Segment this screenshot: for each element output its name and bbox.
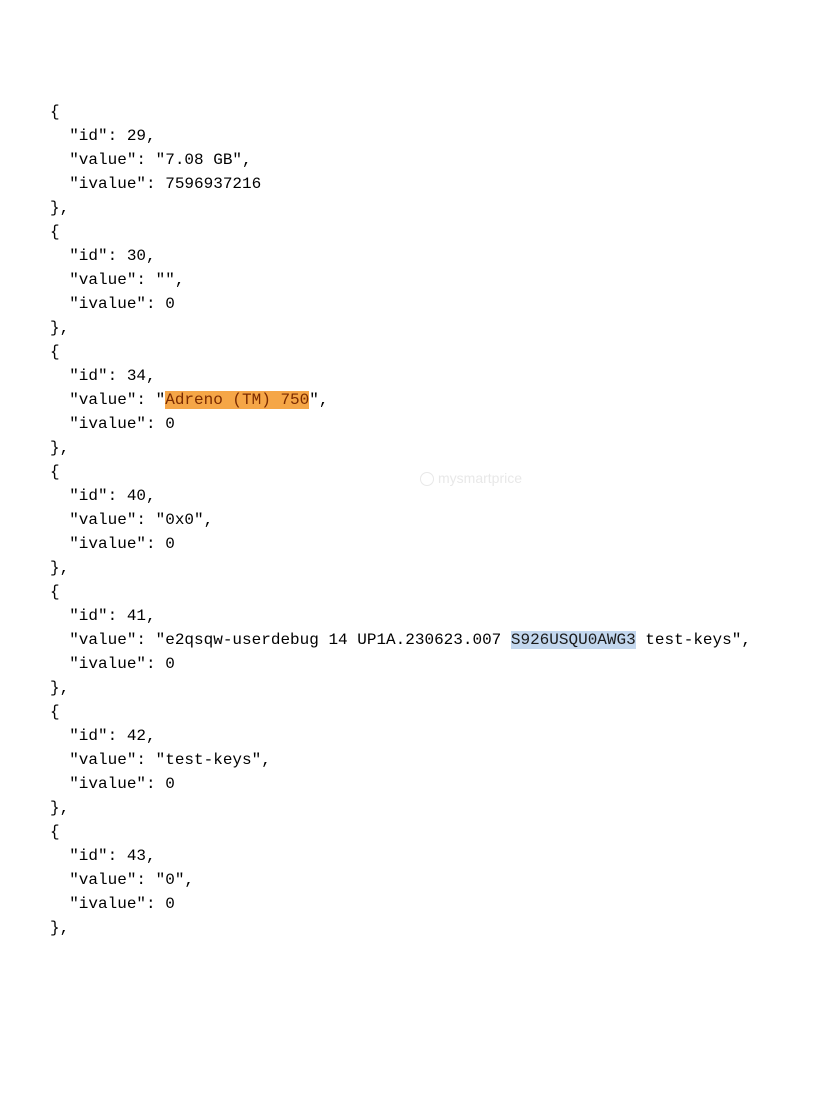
json-ivalue-line: "ivalue": 0: [50, 415, 175, 433]
highlighted-text: Adreno (TM) 750: [165, 391, 309, 409]
json-value-line: "value": "e2qsqw-userdebug 14 UP1A.23062…: [50, 631, 751, 649]
json-id-line: "id": 42,: [50, 727, 156, 745]
json-ivalue-line: "ivalue": 0: [50, 895, 175, 913]
brace-close: },: [50, 439, 69, 457]
json-value-line: "value": "0",: [50, 871, 194, 889]
json-id-line: "id": 41,: [50, 607, 156, 625]
json-id-line: "id": 30,: [50, 247, 156, 265]
brace-open: {: [50, 823, 60, 841]
json-id-line: "id": 43,: [50, 847, 156, 865]
json-value-line: "value": "0x0",: [50, 511, 213, 529]
brace-close: },: [50, 919, 69, 937]
json-ivalue-line: "ivalue": 7596937216: [50, 175, 261, 193]
json-code-block: { "id": 29, "value": "7.08 GB", "ivalue"…: [50, 100, 835, 940]
json-id-line: "id": 34,: [50, 367, 156, 385]
json-value-line: "value": "Adreno (TM) 750",: [50, 391, 328, 409]
json-value-line: "value": "7.08 GB",: [50, 151, 252, 169]
brace-close: },: [50, 799, 69, 817]
json-id-line: "id": 40,: [50, 487, 156, 505]
brace-open: {: [50, 463, 60, 481]
json-id-line: "id": 29,: [50, 127, 156, 145]
json-value-line: "value": "test-keys",: [50, 751, 271, 769]
brace-open: {: [50, 583, 60, 601]
json-ivalue-line: "ivalue": 0: [50, 535, 175, 553]
json-ivalue-line: "ivalue": 0: [50, 775, 175, 793]
brace-open: {: [50, 103, 60, 121]
brace-open: {: [50, 223, 60, 241]
brace-close: },: [50, 679, 69, 697]
json-ivalue-line: "ivalue": 0: [50, 295, 175, 313]
json-ivalue-line: "ivalue": 0: [50, 655, 175, 673]
brace-open: {: [50, 343, 60, 361]
json-value-line: "value": "",: [50, 271, 184, 289]
highlighted-text: S926USQU0AWG3: [511, 631, 636, 649]
brace-open: {: [50, 703, 60, 721]
brace-close: },: [50, 199, 69, 217]
brace-close: },: [50, 559, 69, 577]
brace-close: },: [50, 319, 69, 337]
